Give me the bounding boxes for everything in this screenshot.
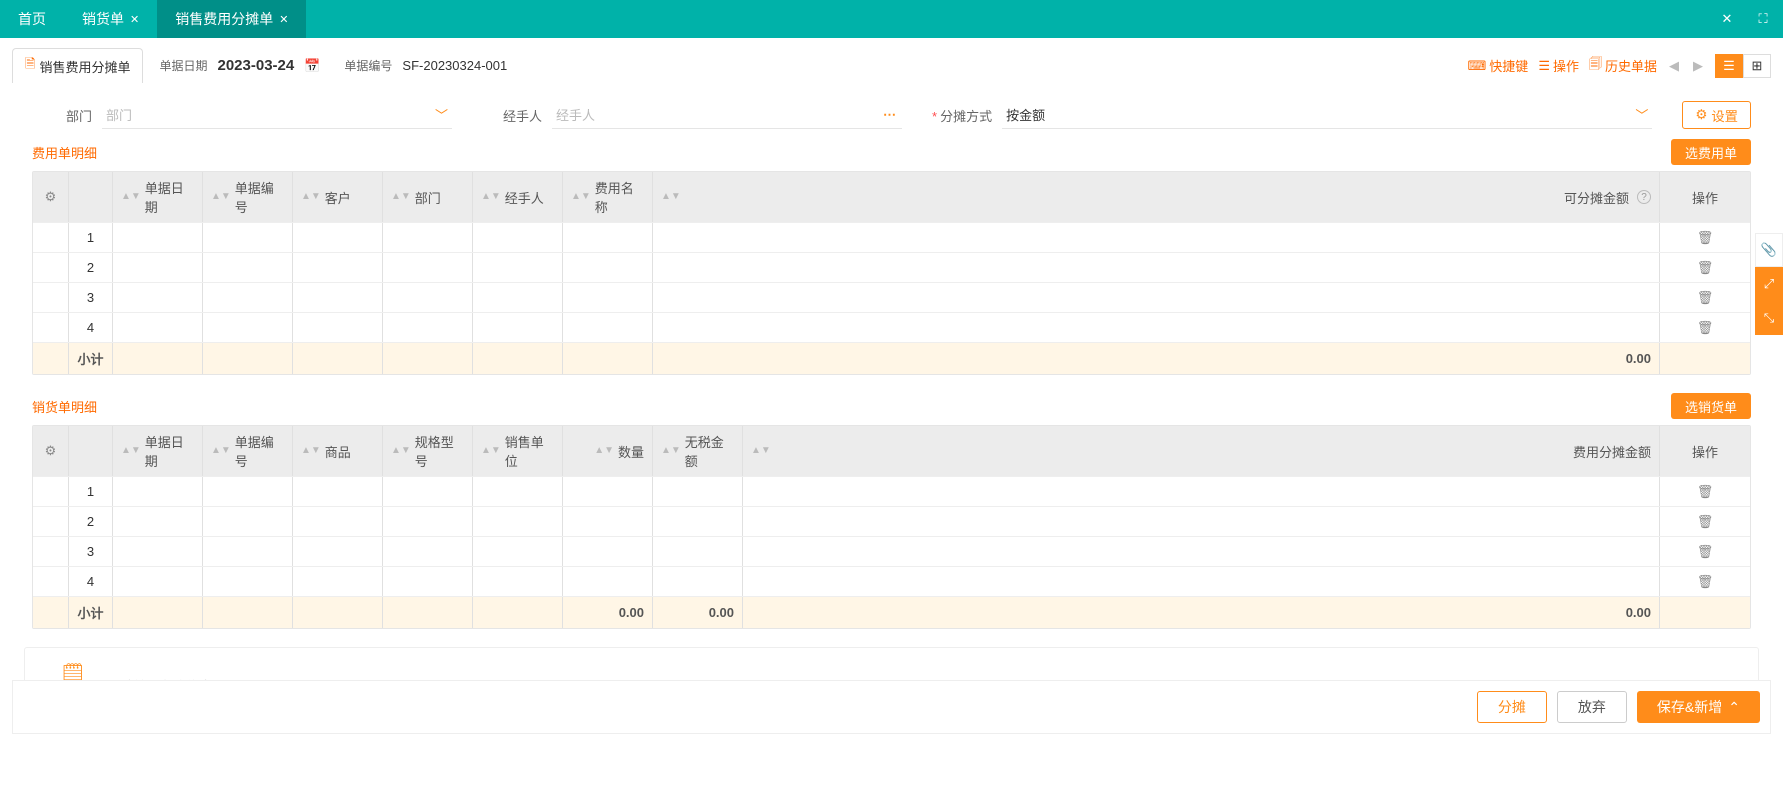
expense-grid: ⚙ ▲▼单据日期 ▲▼单据编号 ▲▼客户 ▲▼部门 ▲▼经手人 ▲▼费用名称 ▲… [32,171,1751,375]
view-grid-icon[interactable]: ⊞ [1743,54,1771,78]
tab-expense-alloc[interactable]: 销售费用分摊单✕ [157,0,306,38]
gear-icon: ⚙ [1695,107,1707,123]
dept-label: 部门 [32,106,92,125]
document-type-tab[interactable]: 🗎 销售费用分摊单 [12,48,143,83]
subtotal-row: 小计 0.00 0.00 0.00 [33,596,1750,628]
next-icon[interactable]: ▶ [1691,58,1705,74]
table-row[interactable]: 1 🗑 [33,476,1750,506]
close-icon[interactable]: ✕ [130,13,139,26]
sales-grid: ⚙ ▲▼单据日期 ▲▼单据编号 ▲▼商品 ▲▼规格型号 ▲▼销售单位 ▲▼数量 … [32,425,1751,629]
attachment-icon[interactable]: 📎 [1755,233,1783,267]
sales-section-title: 销货单明细 [32,397,97,416]
trash-icon[interactable]: 🗑 [1697,320,1714,336]
method-select[interactable]: 按金额 ﹀ [1002,101,1652,129]
tab-list: 首页 销货单✕ 销售费用分摊单✕ [0,0,306,38]
close-window-icon[interactable]: ✕ [1717,9,1737,29]
more-icon: ⋯ [883,107,898,123]
help-icon[interactable]: ? [1637,190,1651,204]
tab-home[interactable]: 首页 [0,0,64,38]
trash-icon[interactable]: 🗑 [1697,290,1714,306]
tab-sales-order[interactable]: 销货单✕ [64,0,157,38]
subtotal-row: 小计 0.00 [33,342,1750,374]
method-label: *分摊方式 [932,106,992,125]
chevron-down-icon: ﹀ [435,105,448,124]
handler-label: 经手人 [482,106,542,125]
ops-link[interactable]: ☰操作 [1538,56,1579,75]
calendar-icon[interactable]: 📅 [304,58,320,74]
trash-icon[interactable]: 🗑 [1697,484,1714,500]
document-icon: 🗎 [25,55,35,77]
history-link[interactable]: 🗐历史单据 [1589,55,1657,77]
table-row[interactable]: 3 🗑 [33,536,1750,566]
shortcut-link[interactable]: ⌨快捷键 [1468,56,1529,75]
docno-label: 单据编号 [344,57,392,74]
expand2-icon[interactable]: ⤡ [1755,301,1783,335]
fullscreen-icon[interactable]: ⛶ [1753,9,1773,29]
discard-button[interactable]: 放弃 [1557,691,1627,723]
gear-icon[interactable]: ⚙ [33,426,69,476]
select-expense-button[interactable]: 选费用单 [1671,139,1751,165]
expand-icon[interactable]: ⤢ [1755,267,1783,301]
table-row[interactable]: 2 🗑 [33,252,1750,282]
prev-icon[interactable]: ◀ [1667,58,1681,74]
trash-icon[interactable]: 🗑 [1697,260,1714,276]
docno-value: SF-20230324-001 [402,58,507,73]
settings-button[interactable]: ⚙设置 [1682,101,1751,129]
save-new-button[interactable]: 保存&新增⌃ [1637,691,1760,723]
footer-actions: 分摊 放弃 保存&新增⌃ [12,680,1771,734]
table-row[interactable]: 4 🗑 [33,566,1750,596]
list-icon: ☰ [1538,58,1550,74]
expense-section-title: 费用单明细 [32,143,97,162]
chevron-down-icon: ﹀ [1635,105,1648,124]
gear-icon[interactable]: ⚙ [33,172,69,222]
dept-select[interactable]: 部门 ﹀ [102,101,452,129]
table-row[interactable]: 1 🗑 [33,222,1750,252]
view-list-icon[interactable]: ☰ [1715,54,1743,78]
trash-icon[interactable]: 🗑 [1697,514,1714,530]
trash-icon[interactable]: 🗑 [1697,544,1714,560]
chevron-up-icon: ⌃ [1728,699,1740,716]
close-icon[interactable]: ✕ [279,13,288,26]
table-row[interactable]: 4 🗑 [33,312,1750,342]
side-toolbar: 📎 ⤢ ⤡ [1755,233,1783,335]
table-row[interactable]: 2 🗑 [33,506,1750,536]
history-icon: 🗐 [1589,55,1602,77]
trash-icon[interactable]: 🗑 [1697,574,1714,590]
table-row[interactable]: 3 🗑 [33,282,1750,312]
select-sales-button[interactable]: 选销货单 [1671,393,1751,419]
alloc-button[interactable]: 分摊 [1477,691,1547,723]
date-value[interactable]: 2023-03-24 [217,57,294,74]
handler-select[interactable]: 经手人 ⋯ [552,101,902,129]
top-tab-bar: 首页 销货单✕ 销售费用分摊单✕ ✕ ⛶ [0,0,1783,38]
trash-icon[interactable]: 🗑 [1697,230,1714,246]
document-type-label: 销售费用分摊单 [39,57,130,76]
keyboard-icon: ⌨ [1468,58,1487,74]
date-label: 单据日期 [159,57,207,74]
page-body: 🗎 销售费用分摊单 单据日期 2023-03-24 📅 单据编号 SF-2023… [0,38,1783,734]
